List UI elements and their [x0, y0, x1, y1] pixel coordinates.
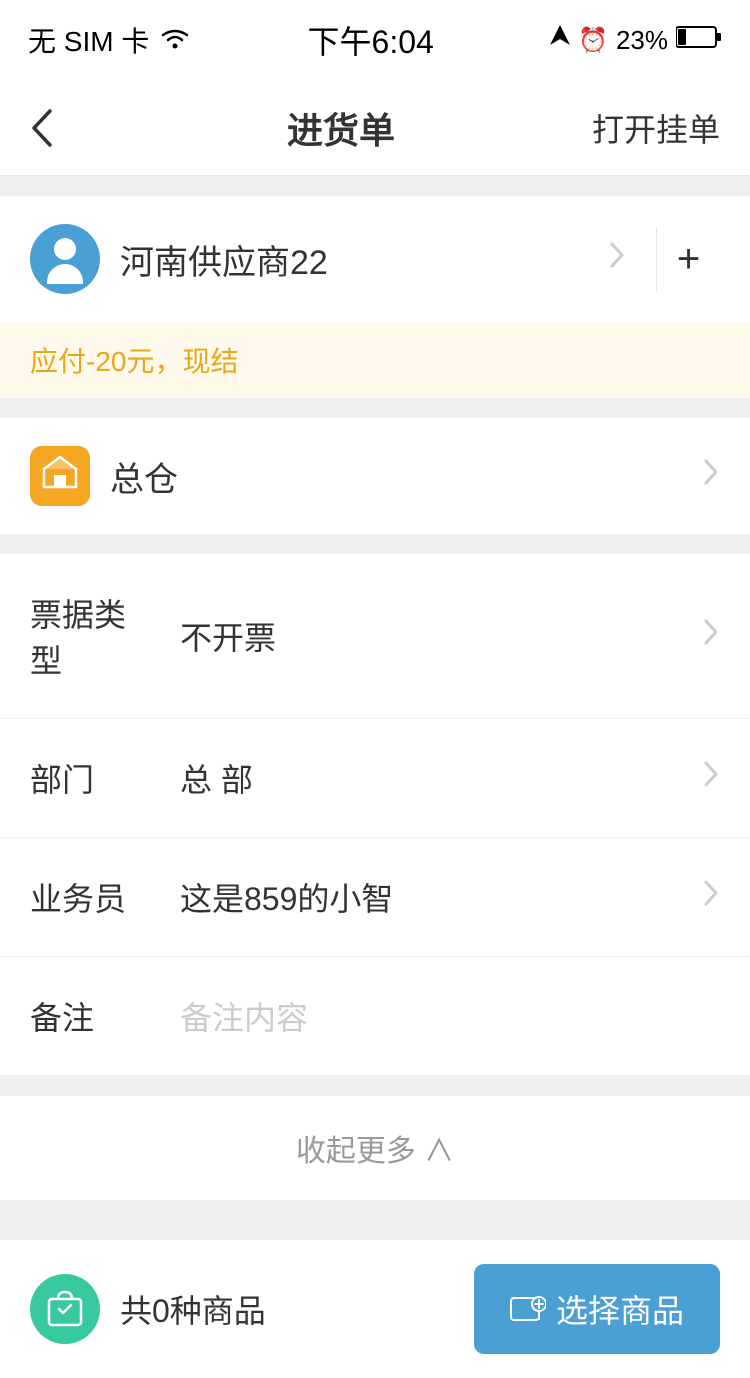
invoice-chevron-icon	[702, 617, 720, 655]
open-pending-button[interactable]: 打开挂单	[592, 105, 720, 151]
carrier-text: 无 SIM 卡	[28, 20, 149, 60]
warehouse-name: 总仓	[110, 452, 682, 501]
alarm-icon: ⏰	[578, 26, 608, 55]
warehouse-icon	[42, 455, 78, 497]
form-row-remark[interactable]: 备注 备注内容	[0, 957, 750, 1075]
bottom-bar: 共0种商品 选择商品	[0, 1240, 750, 1378]
wifi-icon	[159, 24, 191, 56]
product-count: 共0种商品	[120, 1286, 454, 1332]
form-section: 票据类型 不开票 部门 总 部 业务员 这是859的小智	[0, 554, 750, 1075]
location-icon	[550, 25, 570, 56]
salesperson-chevron-icon	[702, 878, 720, 916]
department-chevron-icon	[702, 759, 720, 797]
invoice-label: 票据类型	[30, 590, 150, 682]
invoice-value: 不开票	[180, 613, 672, 659]
form-row-invoice[interactable]: 票据类型 不开票	[0, 554, 750, 719]
select-product-button[interactable]: 选择商品	[474, 1264, 720, 1354]
status-left: 无 SIM 卡	[28, 20, 191, 60]
warehouse-row[interactable]: 总仓	[0, 418, 750, 534]
person-icon	[45, 238, 85, 280]
department-value: 总 部	[180, 755, 672, 801]
nav-bar: 进货单 打开挂单	[0, 80, 750, 176]
form-row-department[interactable]: 部门 总 部	[0, 719, 750, 838]
status-bar: 无 SIM 卡 下午6:04 ⏰ 23%	[0, 0, 750, 80]
supplier-name: 河南供应商22	[120, 235, 588, 284]
department-label: 部门	[30, 755, 150, 801]
remark-placeholder[interactable]: 备注内容	[180, 993, 720, 1039]
notice-text: 应付-20元，现结	[30, 346, 238, 377]
divider-warehouse	[0, 398, 750, 418]
status-time: 下午6:04	[308, 17, 434, 63]
form-row-salesperson[interactable]: 业务员 这是859的小智	[0, 838, 750, 957]
supplier-section: 河南供应商22 + 应付-20元，现结	[0, 196, 750, 398]
warehouse-chevron-icon	[702, 457, 720, 495]
collapse-more-section[interactable]: 收起更多 ∧	[0, 1095, 750, 1200]
back-button[interactable]	[30, 107, 90, 149]
supplier-avatar	[30, 224, 100, 294]
salesperson-value: 这是859的小智	[180, 874, 672, 920]
status-right: ⏰ 23%	[550, 25, 722, 56]
chevron-right-icon	[608, 240, 626, 278]
page-title: 进货单	[287, 102, 395, 154]
notice-bar: 应付-20元，现结	[0, 322, 750, 398]
collapse-text: 收起更多 ∧	[296, 1126, 454, 1170]
divider-top	[0, 176, 750, 196]
remark-label: 备注	[30, 993, 150, 1039]
salesperson-label: 业务员	[30, 874, 150, 920]
divider-bottom	[0, 1200, 750, 1220]
select-product-label: 选择商品	[556, 1286, 684, 1332]
battery-icon	[676, 25, 722, 56]
add-supplier-button[interactable]: +	[656, 227, 720, 291]
battery-text: 23%	[616, 25, 668, 56]
plus-icon: +	[677, 237, 700, 282]
warehouse-icon-wrap	[30, 446, 90, 506]
warehouse-section: 总仓	[0, 418, 750, 534]
supplier-row[interactable]: 河南供应商22 +	[0, 196, 750, 322]
